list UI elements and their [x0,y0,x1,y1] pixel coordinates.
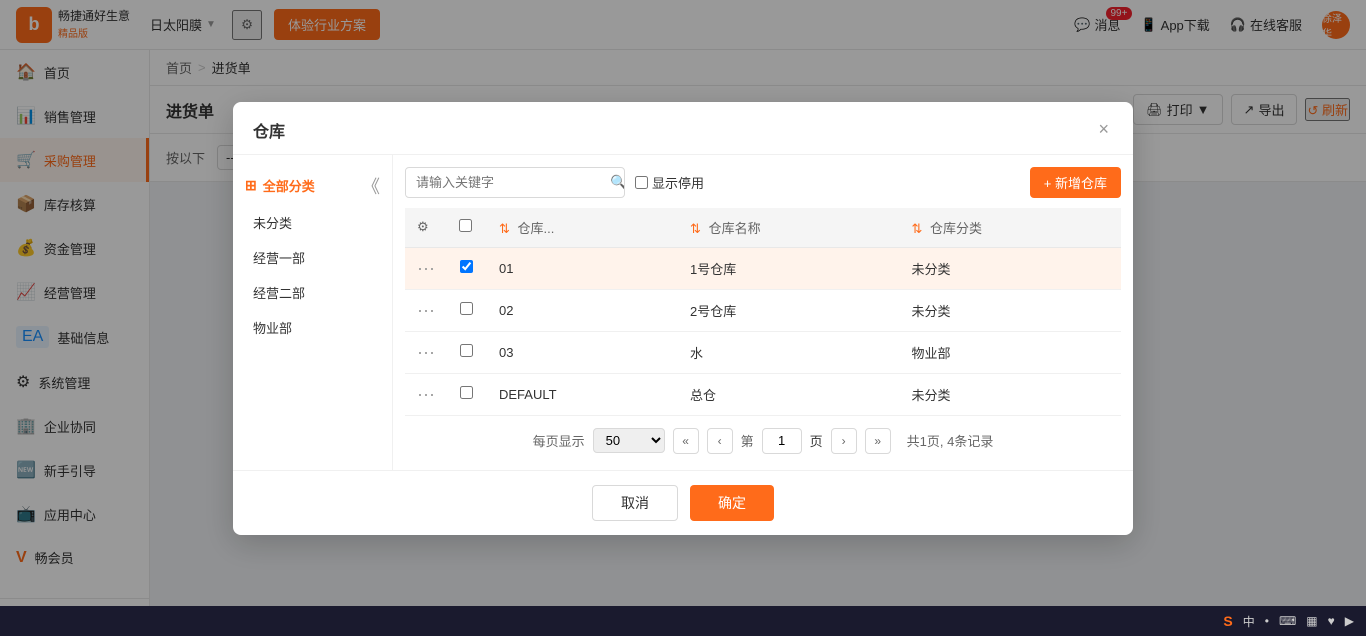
category-sidebar: ⊞ 全部分类 《 未分类 经营一部 经营二部 物业部 [233,155,393,470]
add-warehouse-button[interactable]: + 新增仓库 [1030,167,1121,198]
col-header-category: ⇅ 仓库分类 [900,208,1122,248]
more-icon: ··· [417,300,435,320]
table-row[interactable]: ··· 02 2号仓库 未分类 [405,289,1121,331]
col-header-name: ⇅ 仓库名称 [678,208,899,248]
row-code: DEFAULT [487,373,678,415]
row-name: 水 [678,331,899,373]
prev-page-button[interactable]: ‹ [707,428,733,454]
cat-item-ops1[interactable]: 经营一部 [233,240,392,275]
row-category: 物业部 [900,331,1122,373]
next-page-button[interactable]: › [831,428,857,454]
row-checkbox-cell [447,247,487,289]
statusbar-keyboard: ⌨ [1279,614,1296,628]
table-section: 🔍 显示停用 + 新增仓库 ⚙ [393,155,1133,470]
search-box: 🔍 [405,167,625,198]
last-page-button[interactable]: » [865,428,891,454]
page-unit: 页 [810,431,823,450]
row-more[interactable]: ··· [405,289,447,331]
statusbar-heart: ♥ [1328,614,1335,628]
statusbar-dot: • [1265,614,1269,628]
row-code: 03 [487,331,678,373]
close-button[interactable]: × [1094,119,1113,140]
modal-footer: 取消 确定 [233,470,1133,535]
confirm-button[interactable]: 确定 [690,485,774,521]
statusbar-lang: 中 [1243,613,1255,630]
table-row[interactable]: ··· 03 水 物业部 [405,331,1121,373]
modal-overlay: 仓库 × ⊞ 全部分类 《 未分类 经营一部 经营二部 [0,0,1366,636]
cat-item-property[interactable]: 物业部 [233,310,392,345]
show-disabled-checkbox[interactable] [635,176,648,189]
sort-icon-code: ⇅ [499,221,510,236]
more-icon: ··· [417,384,435,404]
table-row[interactable]: ··· 01 1号仓库 未分类 [405,247,1121,289]
row-name: 1号仓库 [678,247,899,289]
col-header-code: ⇅ 仓库... [487,208,678,248]
table-row[interactable]: ··· DEFAULT 总仓 未分类 [405,373,1121,415]
row-more[interactable]: ··· [405,373,447,415]
row-checkbox-cell [447,289,487,331]
row-category: 未分类 [900,247,1122,289]
search-input[interactable] [406,169,602,196]
grid-icon: ⊞ [245,177,257,194]
all-categories-item[interactable]: ⊞ 全部分类 《 [233,167,392,205]
all-categories-label: 全部分类 [263,176,315,195]
more-icon: ··· [417,258,435,278]
first-page-button[interactable]: « [673,428,699,454]
page-number-label: 第 [741,431,754,450]
row-checkbox[interactable] [460,302,473,315]
cancel-button[interactable]: 取消 [592,485,678,521]
row-checkbox[interactable] [460,386,473,399]
s-logo: S [1223,613,1232,629]
sort-icon-name: ⇅ [690,221,701,236]
modal-title: 仓库 [253,118,285,142]
page-size-select[interactable]: 50 10 20 100 [593,428,665,453]
row-checkbox-cell [447,331,487,373]
statusbar-grid: ▦ [1306,614,1317,628]
page-number-input[interactable] [762,428,802,454]
row-category: 未分类 [900,373,1122,415]
row-code: 02 [487,289,678,331]
pagination: 每页显示 50 10 20 100 « ‹ 第 页 › » 共1页, 4条记录 [405,416,1121,458]
warehouse-modal: 仓库 × ⊞ 全部分类 《 未分类 经营一部 经营二部 [233,102,1133,535]
show-disabled-label: 显示停用 [635,173,704,192]
gear-icon[interactable]: ⚙ [417,219,429,234]
table-toolbar: 🔍 显示停用 + 新增仓库 [405,167,1121,198]
cat-item-unclassified[interactable]: 未分类 [233,205,392,240]
row-name: 2号仓库 [678,289,899,331]
sort-icon-category: ⇅ [912,221,923,236]
cat-item-ops2[interactable]: 经营二部 [233,275,392,310]
row-checkbox[interactable] [460,260,473,273]
row-name: 总仓 [678,373,899,415]
warehouse-table: ⚙ ⇅ 仓库... ⇅ [405,208,1121,416]
row-category: 未分类 [900,289,1122,331]
col-header-gear: ⚙ [405,208,447,248]
total-info: 共1页, 4条记录 [907,431,994,450]
modal-body: ⊞ 全部分类 《 未分类 经营一部 经营二部 物业部 [233,155,1133,470]
statusbar: S 中 • ⌨ ▦ ♥ ▶ [0,606,1366,636]
col-header-checkbox [447,208,487,248]
collapse-button[interactable]: 《 [362,173,380,199]
row-more[interactable]: ··· [405,331,447,373]
search-button[interactable]: 🔍 [602,168,625,197]
statusbar-play: ▶ [1345,614,1354,628]
row-checkbox[interactable] [460,344,473,357]
row-checkbox-cell [447,373,487,415]
row-code: 01 [487,247,678,289]
modal-header: 仓库 × [233,102,1133,155]
row-more[interactable]: ··· [405,247,447,289]
page-size-label: 每页显示 [533,431,585,450]
select-all-checkbox[interactable] [459,219,472,232]
more-icon: ··· [417,342,435,362]
